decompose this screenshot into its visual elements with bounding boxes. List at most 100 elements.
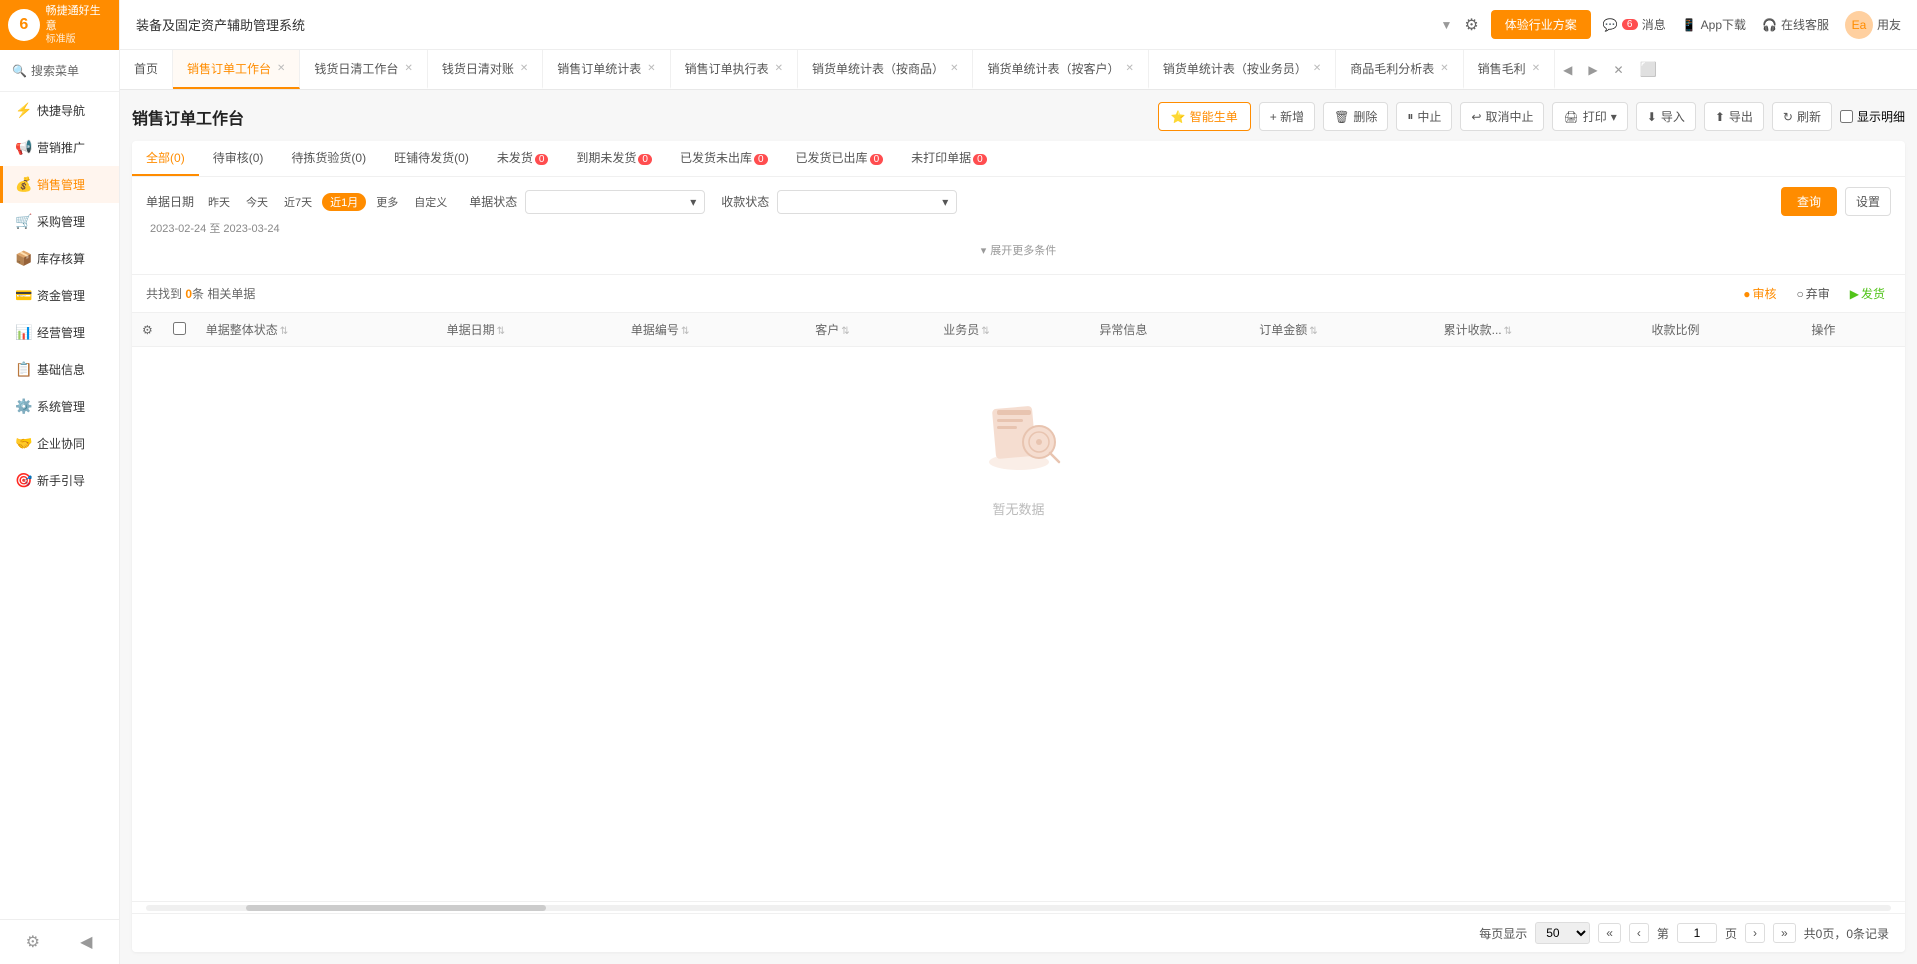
page-input[interactable] [1677, 923, 1717, 943]
headset-icon: 🎧 [1762, 18, 1777, 32]
sort-icon-date[interactable]: ⇅ [497, 326, 505, 337]
cancel-pause-button[interactable]: ↩ 取消中止 [1460, 102, 1544, 131]
sort-icon-staff[interactable]: ⇅ [981, 326, 989, 337]
pause-button[interactable]: ⏸ 中止 [1396, 102, 1452, 131]
cancel-review-button[interactable]: ○ 弃审 [1790, 283, 1835, 304]
tab-close-summary-customer[interactable]: ✕ [1125, 63, 1133, 74]
refresh-button[interactable]: ↻ 刷新 [1772, 102, 1832, 131]
tab-maximize[interactable]: ⬜ [1632, 53, 1665, 86]
tab-sales-exec[interactable]: 销售订单执行表 ✕ [671, 50, 798, 89]
tab-cash-reconcile[interactable]: 钱货日清对账 ✕ [428, 50, 543, 89]
sidebar-item-marketing[interactable]: 📢 营销推广 [0, 129, 119, 166]
expand-icon[interactable]: ▼ [1440, 18, 1452, 32]
scrollbar-thumb[interactable] [246, 905, 546, 911]
expand-more-button[interactable]: ▾ 展开更多条件 [146, 236, 1891, 264]
tab-close-sales-exec[interactable]: ✕ [775, 63, 783, 74]
sidebar-item-basic[interactable]: 📋 基础信息 [0, 351, 119, 388]
delete-button[interactable]: 🗑 删除 [1323, 102, 1388, 131]
date-btn-more[interactable]: 更多 [370, 192, 404, 212]
review-button[interactable]: ● 审核 [1737, 283, 1782, 304]
tab-close-summary-staff[interactable]: ✕ [1313, 63, 1321, 74]
filter-tab-overdue-not-shipped[interactable]: 到期未发货0 [562, 141, 666, 176]
tab-close-sales-stat[interactable]: ✕ [647, 63, 655, 74]
tab-sales-stat[interactable]: 销售订单统计表 ✕ [543, 50, 670, 89]
import-button[interactable]: ⬇ 导入 [1636, 102, 1696, 131]
status-select[interactable]: ▾ [525, 190, 705, 214]
filter-settings-button[interactable]: 设置 [1845, 187, 1891, 216]
filter-tab-not-printed[interactable]: 未打印单据0 [897, 141, 1001, 176]
query-button[interactable]: 查询 [1781, 187, 1837, 216]
tab-home[interactable]: 首页 [120, 50, 173, 89]
search-menu-button[interactable]: 🔍 搜索菜单 [8, 58, 111, 83]
tab-margin-analysis[interactable]: 商品毛利分析表 ✕ [1336, 50, 1463, 89]
sidebar-item-purchase[interactable]: 🛒 采购管理 [0, 203, 119, 240]
print-button[interactable]: 🖨 打印 ▾ [1552, 102, 1627, 131]
date-btn-yesterday[interactable]: 昨天 [202, 192, 236, 212]
filter-tab-shipped-out[interactable]: 已发货已出库0 [782, 141, 898, 176]
filter-tab-pending-review[interactable]: 待审核(0) [199, 141, 278, 176]
tab-sales-summary-customer[interactable]: 销货单统计表（按客户） ✕ [973, 50, 1148, 89]
next-page-button[interactable]: › [1745, 923, 1765, 943]
tab-close-sales-more[interactable]: ✕ [1532, 63, 1540, 74]
sidebar-item-guide[interactable]: 🎯 新手引导 [0, 462, 119, 499]
sort-icon-customer[interactable]: ⇅ [841, 326, 849, 337]
tab-sales-summary-staff[interactable]: 销货单统计表（按业务员） ✕ [1149, 50, 1336, 89]
topbar-settings-icon[interactable]: ⚙ [1464, 15, 1478, 35]
th-checkbox[interactable] [163, 313, 196, 347]
date-btn-1month[interactable]: 近1月 [322, 193, 366, 211]
solution-button[interactable]: 体验行业方案 [1491, 10, 1591, 39]
export-button[interactable]: ⬆ 导出 [1704, 102, 1764, 131]
tab-cash-daily[interactable]: 钱货日清工作台 ✕ [300, 50, 427, 89]
date-btn-today[interactable]: 今天 [240, 192, 274, 212]
sidebar-item-sales[interactable]: 💰 销售管理 [0, 166, 119, 203]
filter-tab-wangpu[interactable]: 旺铺待发货(0) [380, 141, 483, 176]
sidebar-item-collab[interactable]: 🤝 企业协同 [0, 425, 119, 462]
tab-close-cash-daily[interactable]: ✕ [404, 63, 412, 74]
tab-close-margin-analysis[interactable]: ✕ [1440, 63, 1448, 74]
date-btn-7days[interactable]: 近7天 [278, 192, 318, 212]
tab-sales-summary-product[interactable]: 销货单统计表（按商品） ✕ [798, 50, 973, 89]
sidebar-item-finance[interactable]: 💳 资金管理 [0, 277, 119, 314]
smart-create-button[interactable]: ⭐ 智能生单 [1158, 102, 1251, 131]
online-service-item[interactable]: 🎧 在线客服 [1762, 16, 1829, 33]
show-detail-label[interactable]: 显示明细 [1840, 108, 1905, 125]
tab-sales-workbench[interactable]: 销售订单工作台 ✕ [173, 50, 300, 89]
sort-icon-amount[interactable]: ⇅ [1309, 326, 1317, 337]
sort-icon-received[interactable]: ⇅ [1504, 326, 1512, 337]
ship-button[interactable]: ▶ 发货 [1844, 283, 1891, 304]
message-item[interactable]: 💬 6 消息 [1603, 16, 1666, 33]
tab-close-sales-workbench[interactable]: ✕ [277, 63, 285, 74]
tab-close-summary-product[interactable]: ✕ [950, 63, 958, 74]
last-page-button[interactable]: » [1773, 923, 1796, 943]
search-row-1: 单据日期 昨天 今天 近7天 近1月 更多 自定义 单据状态 [146, 187, 1891, 216]
th-number: 单据编号⇅ [621, 313, 805, 347]
user-item[interactable]: Ea 用友 [1845, 11, 1901, 39]
app-download-item[interactable]: 📱 App下载 [1682, 16, 1746, 33]
th-settings[interactable]: ⚙ [132, 313, 163, 347]
tab-close-cash-reconcile[interactable]: ✕ [520, 63, 528, 74]
prev-page-button[interactable]: ‹ [1629, 923, 1649, 943]
tab-close-all[interactable]: ✕ [1606, 55, 1632, 85]
add-button[interactable]: + 新增 [1259, 102, 1315, 131]
sidebar-item-operation[interactable]: 📊 经营管理 [0, 314, 119, 351]
filter-tab-not-shipped[interactable]: 未发货0 [483, 141, 563, 176]
sidebar-item-system[interactable]: ⚙️ 系统管理 [0, 388, 119, 425]
footer-collapse-button[interactable]: ◀ [62, 928, 112, 956]
sidebar-item-quick-nav[interactable]: ⚡ 快捷导航 [0, 92, 119, 129]
tab-sales-more[interactable]: 销售毛利 ✕ [1464, 50, 1555, 89]
show-detail-checkbox[interactable] [1840, 110, 1853, 123]
filter-tab-all[interactable]: 全部(0) [132, 141, 199, 176]
tab-nav-next[interactable]: ▶ [1580, 55, 1605, 85]
sort-icon-number[interactable]: ⇅ [681, 326, 689, 337]
footer-settings-button[interactable]: ⚙ [8, 928, 58, 956]
page-size-select[interactable]: 50 10 20 100 [1535, 922, 1590, 944]
filter-tab-pending-inspect[interactable]: 待拣货验货(0) [277, 141, 380, 176]
first-page-button[interactable]: « [1598, 923, 1621, 943]
sidebar-item-inventory[interactable]: 📦 库存核算 [0, 240, 119, 277]
date-btn-custom[interactable]: 自定义 [408, 192, 453, 212]
filter-tab-shipped-not-out[interactable]: 已发货未出库0 [666, 141, 782, 176]
select-all-checkbox[interactable] [173, 322, 186, 335]
sort-icon-status[interactable]: ⇅ [280, 326, 288, 337]
payment-select[interactable]: ▾ [777, 190, 957, 214]
tab-nav-prev[interactable]: ◀ [1555, 55, 1580, 85]
